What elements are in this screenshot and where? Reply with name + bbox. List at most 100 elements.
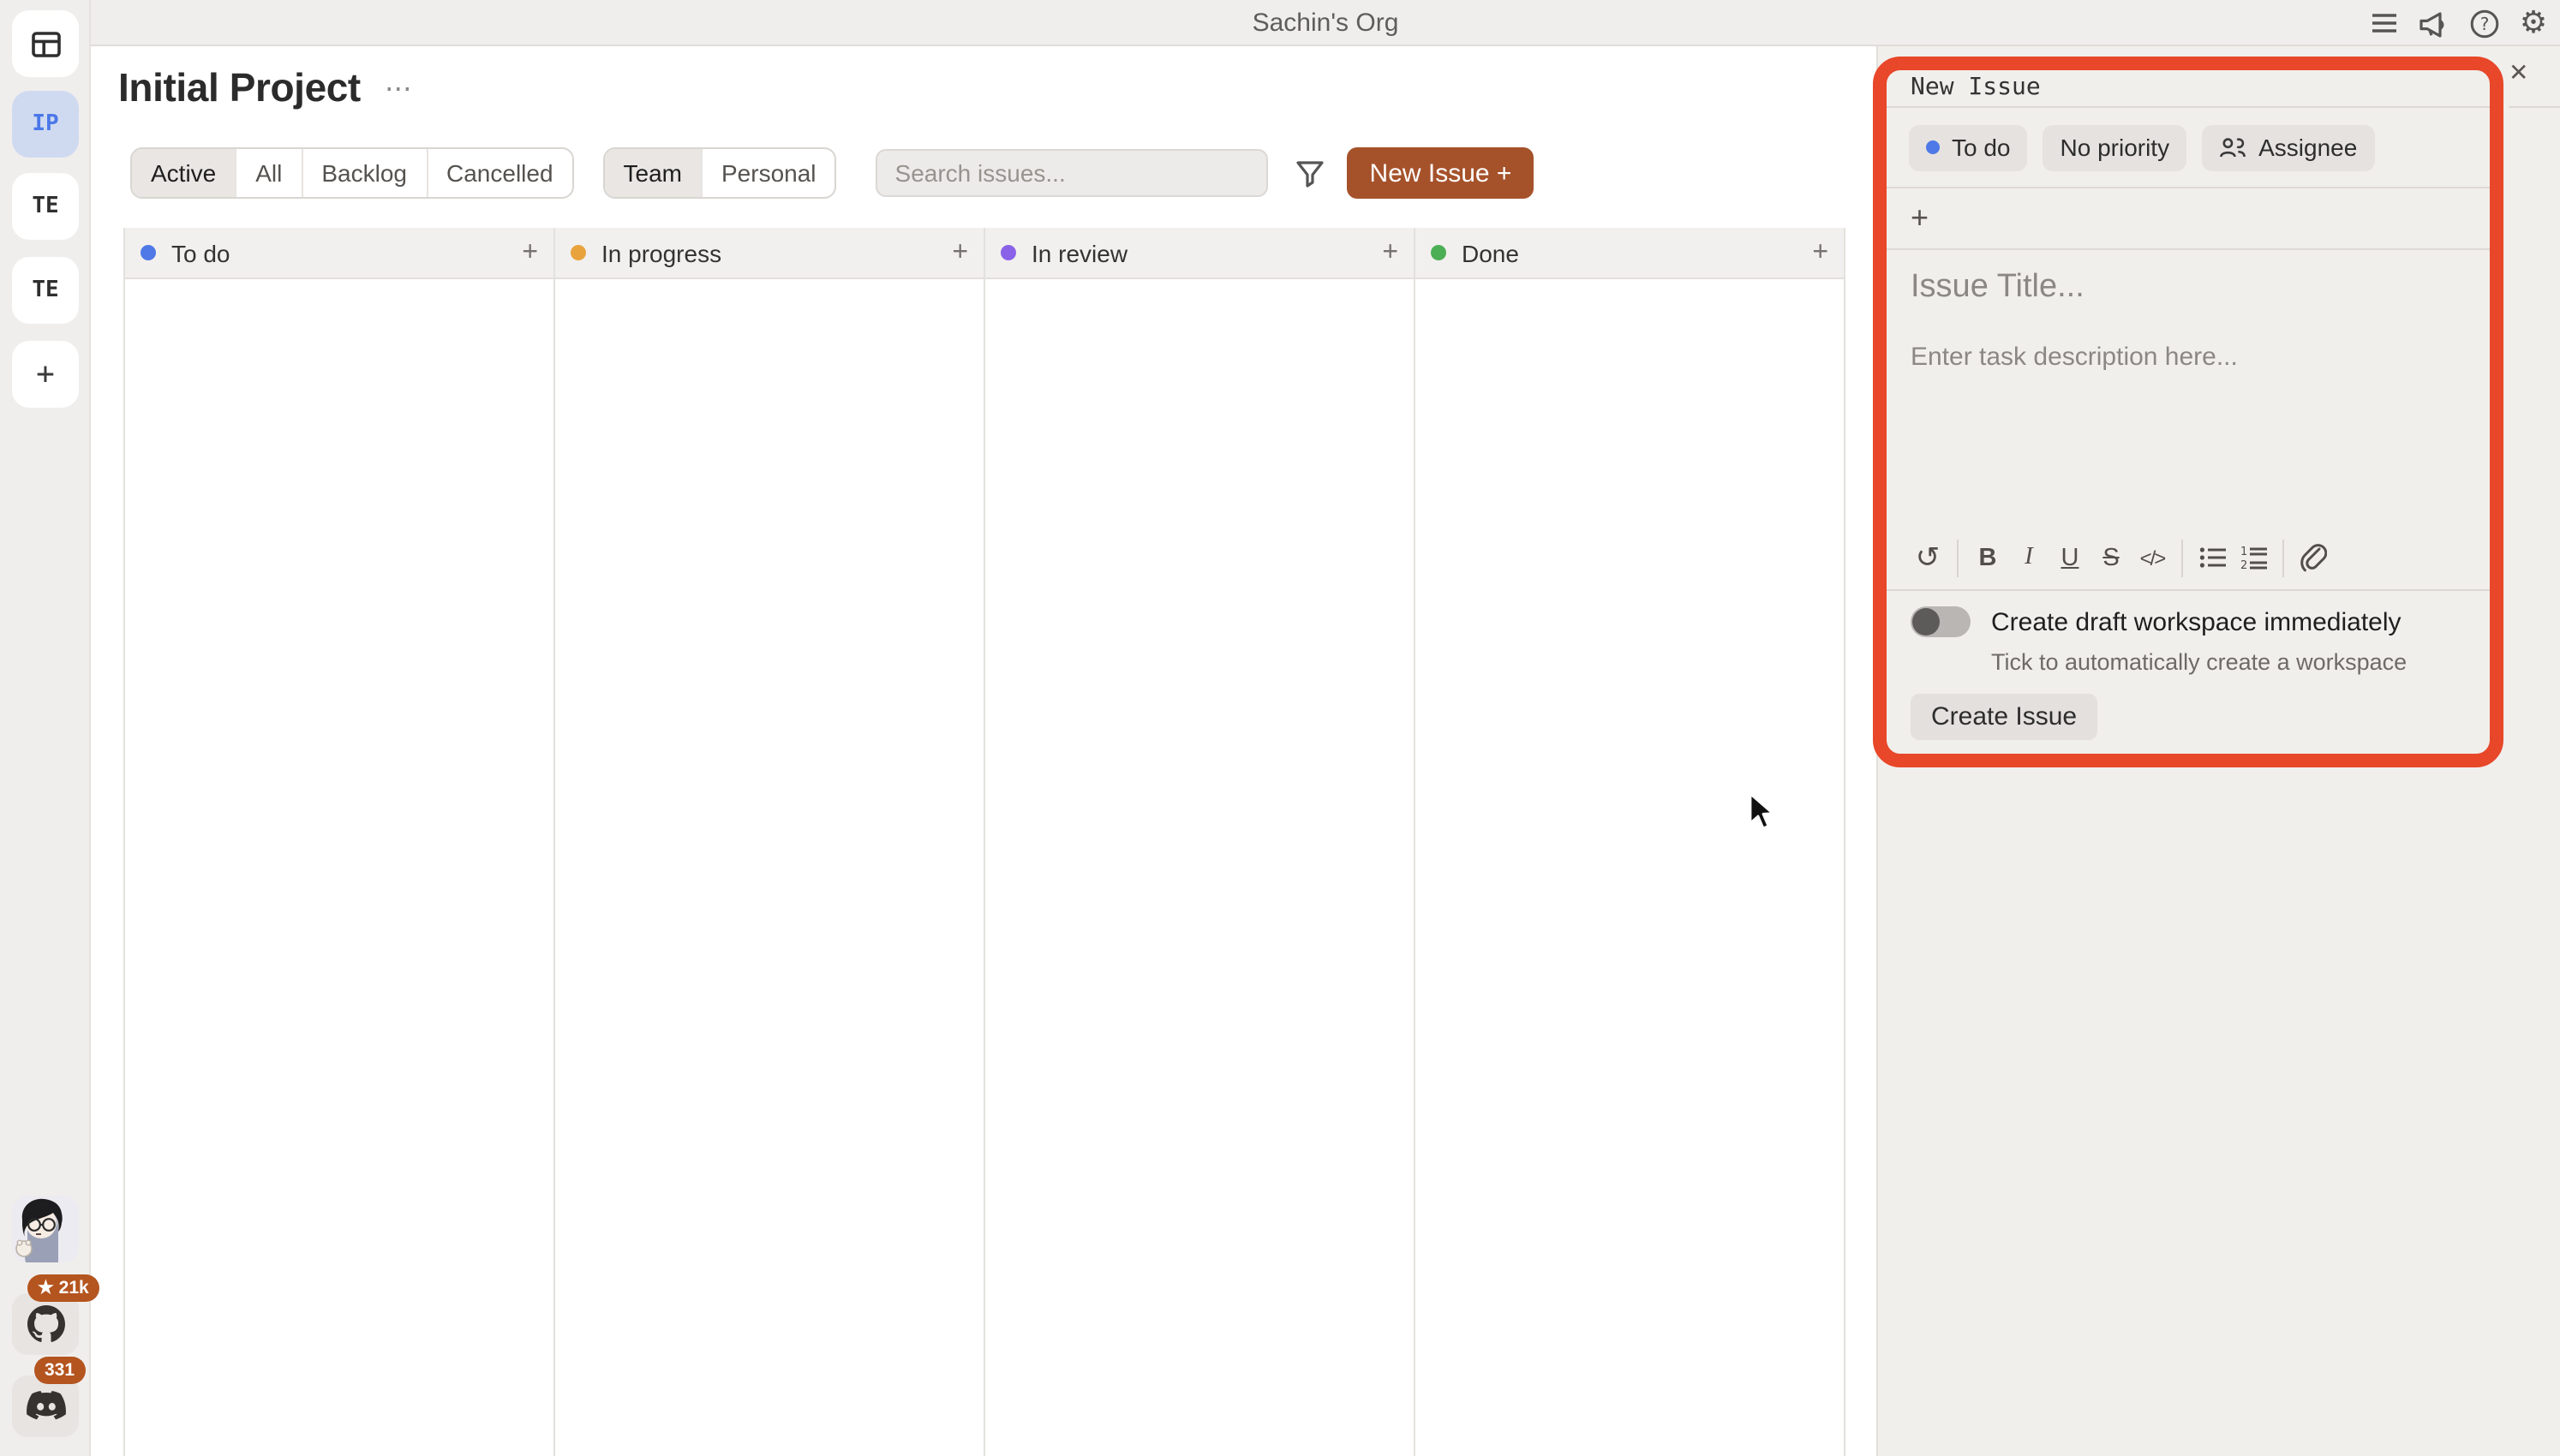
add-issue-icon[interactable]: + [952,239,968,266]
sidebar-item-team-2[interactable]: TE [12,257,79,324]
column-body [985,279,1414,1456]
status-dot [571,245,586,260]
underline-icon[interactable]: U [2049,537,2090,578]
column-header: In review + [985,228,1414,279]
chip-label: Assignee [2258,134,2357,161]
issue-description-input[interactable]: Enter task description here... [1911,343,2466,372]
menu-icon[interactable] [2368,7,2401,39]
toolbar-divider [1957,539,1959,576]
sidebar-item-initial-project[interactable]: IP [12,91,79,158]
issue-property-chips: To do No priority Assignee [1887,108,2490,188]
svg-text:1: 1 [2240,546,2246,558]
filter-tab-backlog[interactable]: Backlog [302,149,428,197]
draft-workspace-toggle[interactable] [1911,606,1971,637]
assignee-chip[interactable]: Assignee [2202,124,2374,170]
user-avatar[interactable] [12,1196,79,1262]
topbar: Sachin's Org ? ⚙ [91,0,2560,46]
board-controls: Active All Backlog Cancelled Team Person… [130,147,1534,199]
status-dot [1431,245,1446,260]
header-divider [2509,106,2560,108]
code-icon[interactable]: </> [2132,537,2173,578]
org-title: Sachin's Org [91,0,2560,46]
help-icon[interactable]: ? [2467,7,2500,39]
column-in-review: In review + [984,228,1414,1456]
gear-icon[interactable]: ⚙ [2517,7,2550,39]
column-body [1415,279,1844,1456]
sidebar: IP TE TE + [0,0,91,1456]
status-dot [1001,245,1016,260]
filter-tab-all[interactable]: All [236,149,302,197]
search-input[interactable] [878,159,1267,187]
column-body [125,279,553,1456]
toggle-hint: Tick to automatically create a workspace [1991,649,2466,675]
toggle-label: Create draft workspace immediately [1991,607,2401,636]
sidebar-add-button[interactable]: + [12,341,79,408]
attachment-icon[interactable] [2293,537,2334,578]
discord-link[interactable] [12,1375,79,1437]
status-dot [141,245,156,260]
filter-funnel-icon[interactable] [1296,158,1325,188]
sidebar-item-dashboard[interactable] [12,10,79,77]
project-menu-icon[interactable]: ⋯ [385,72,416,104]
column-done: Done + [1414,228,1845,1456]
column-title: Done [1462,239,1812,266]
numbered-list-icon[interactable]: 12 [2233,537,2274,578]
toolbar-divider [2282,539,2284,576]
project-board-area: Initial Project ⋯ Active All Backlog Can… [91,46,1876,1456]
filter-tab-active[interactable]: Active [132,149,236,197]
column-todo: To do + [123,228,553,1456]
app-root: IP TE TE + [0,0,2560,1456]
scope-filter-group: Team Personal [603,147,837,199]
add-issue-icon[interactable]: + [522,239,538,266]
column-header: In progress + [555,228,984,279]
sidebar-item-team-1[interactable]: TE [12,173,79,240]
toolbar-divider [2181,539,2183,576]
status-filter-group: Active All Backlog Cancelled [130,147,574,199]
plus-icon[interactable]: + [1911,200,1929,236]
discord-icon [25,1391,66,1422]
filter-tab-cancelled[interactable]: Cancelled [428,149,572,197]
sidebar-item-label: TE [32,194,58,219]
search-box [876,149,1269,197]
add-issue-icon[interactable]: + [1382,239,1398,266]
issue-editor: Issue Title... Enter task description he… [1887,250,2490,526]
undo-icon[interactable]: ↺ [1907,537,1948,578]
draft-workspace-row: Create draft workspace immediately [1911,606,2466,637]
column-body [555,279,984,1456]
scope-tab-personal[interactable]: Personal [703,149,835,197]
scope-tab-team[interactable]: Team [605,149,703,197]
avatar-illustration [12,1196,79,1262]
new-issue-button[interactable]: New Issue + [1348,147,1534,199]
github-link[interactable] [12,1293,79,1355]
create-issue-button[interactable]: Create Issue [1911,694,2097,740]
people-icon [2219,136,2246,158]
chip-label: To do [1952,134,2011,161]
bullet-list-icon[interactable] [2192,537,2233,578]
topbar-actions: ? ⚙ [2368,0,2550,46]
issue-title-input[interactable]: Issue Title... [1911,269,2466,307]
discord-count-badge: 331 [34,1357,85,1384]
column-title: To do [171,239,522,266]
sidebar-item-label: TE [32,277,58,303]
add-issue-icon[interactable]: + [1812,239,1828,266]
close-icon[interactable]: ✕ [2509,58,2528,87]
priority-chip[interactable]: No priority [2043,124,2187,170]
strikethrough-icon[interactable]: S [2090,537,2132,578]
megaphone-icon[interactable] [2418,7,2450,39]
column-header: To do + [125,228,553,279]
svg-text:2: 2 [2240,559,2246,570]
panel-title: New Issue [1887,70,2490,108]
column-in-progress: In progress + [553,228,984,1456]
status-chip[interactable]: To do [1909,124,2028,170]
bold-icon[interactable]: B [1967,537,2008,578]
github-stars-badge: ★ 21k [27,1274,99,1302]
italic-icon[interactable]: I [2008,537,2049,578]
column-header: Done + [1415,228,1844,279]
status-dot [1926,140,1940,154]
github-icon [27,1305,64,1343]
editor-toolbar: ↺ B I U S </> 12 [1887,526,2490,591]
page-title: Initial Project [118,65,361,111]
layout-icon [28,27,63,61]
svg-text:?: ? [2479,13,2489,33]
project-header: Initial Project ⋯ [118,65,416,111]
